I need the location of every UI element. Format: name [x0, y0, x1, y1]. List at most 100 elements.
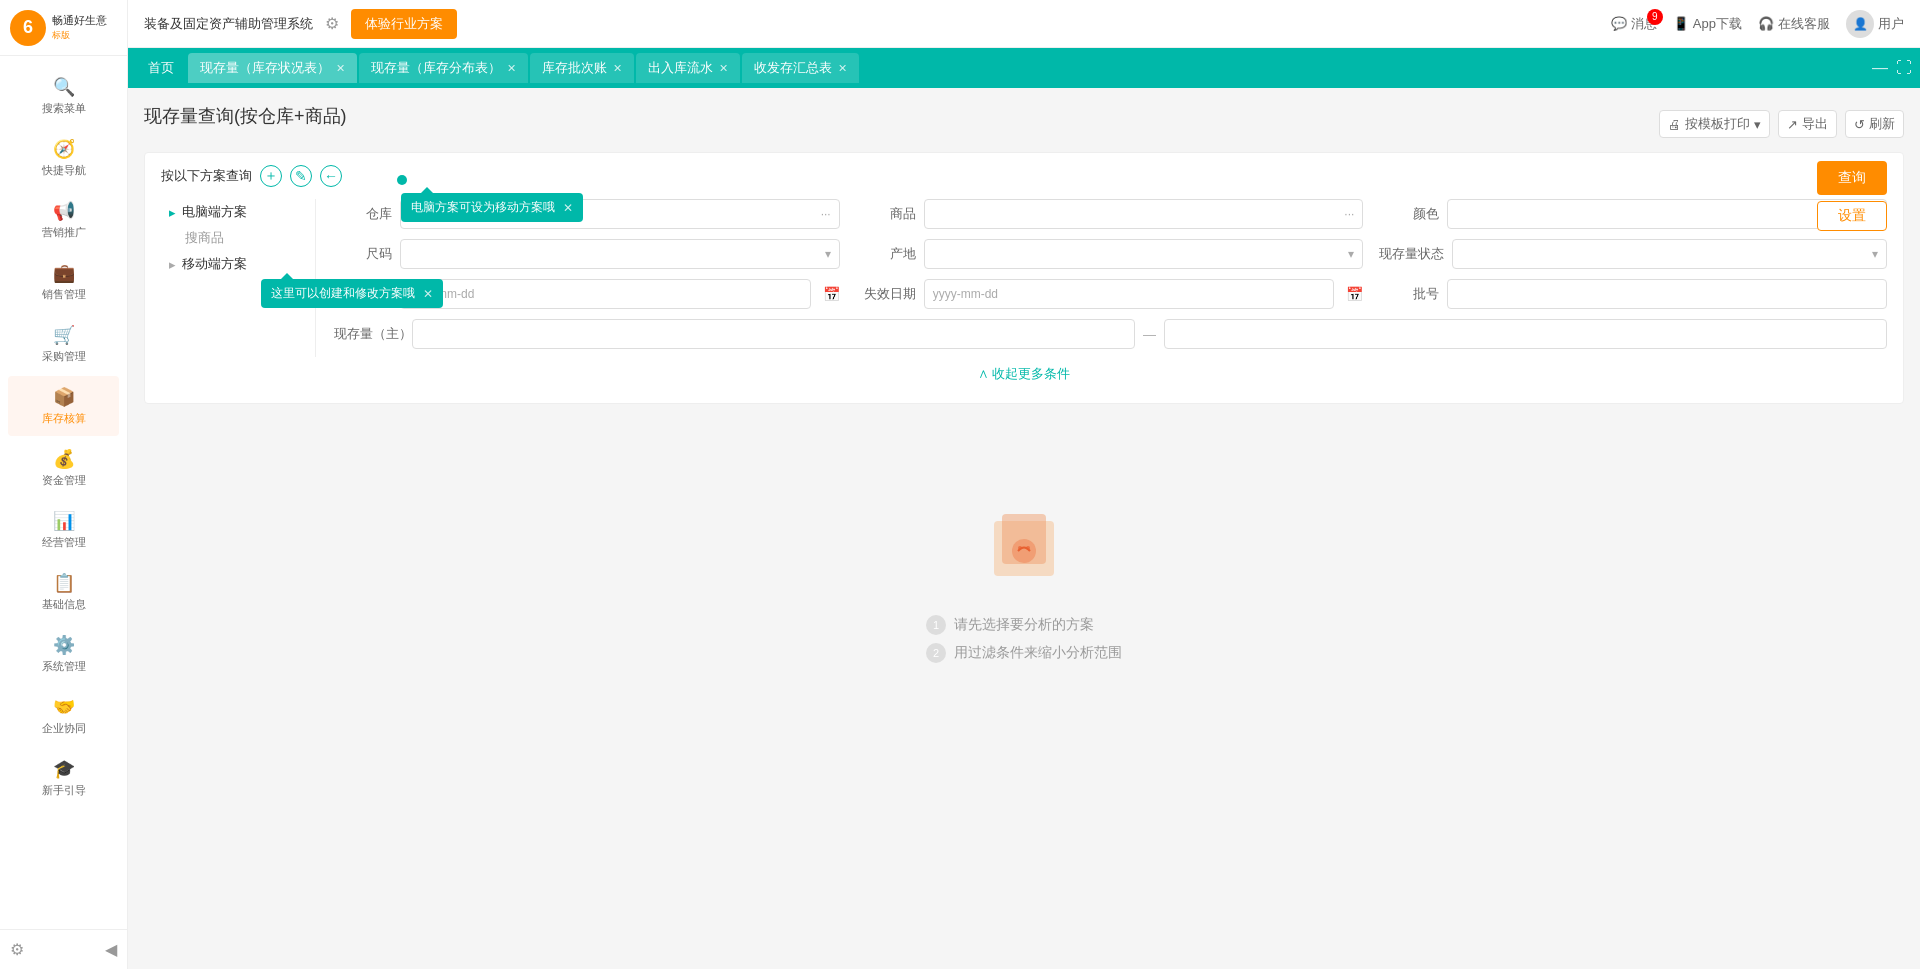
- tab-inventory-status-label: 现存量（库存状况表）: [200, 59, 330, 77]
- svg-point-4: [1026, 546, 1030, 550]
- stock-status-select[interactable]: ▾: [1452, 239, 1887, 269]
- filter-color: 颜色 ▾: [1379, 199, 1887, 229]
- tab-home[interactable]: 首页: [136, 53, 186, 83]
- filter-size: 尺码 ▾: [332, 239, 840, 269]
- chevron-down-icon2: ▾: [825, 247, 831, 261]
- nav-icon-search: 🔍: [53, 76, 75, 98]
- stock-qty-label: 现存量（主）: [332, 325, 412, 343]
- system-title: 装备及固定资产辅助管理系统: [144, 15, 313, 33]
- tab-inventory-status-close[interactable]: ✕: [336, 62, 345, 75]
- warehouse-label: 仓库: [332, 205, 392, 223]
- add-scheme-btn[interactable]: ＋: [260, 165, 282, 187]
- sidebar-item-enterprise[interactable]: 🤝 企业协同: [8, 686, 119, 746]
- scheme-item-search[interactable]: 搜商品: [161, 225, 307, 251]
- tab-inventory-dist[interactable]: 现存量（库存分布表） ✕: [359, 53, 528, 83]
- sidebar-item-search[interactable]: 🔍搜索菜单: [8, 66, 119, 126]
- refresh-btn[interactable]: ↺ 刷新: [1845, 110, 1904, 138]
- origin-label: 产地: [856, 245, 916, 263]
- scheme-item-search-label: 搜商品: [185, 229, 224, 247]
- online-support-btn[interactable]: 🎧 在线客服: [1758, 15, 1830, 33]
- nav-label-enterprise: 企业协同: [42, 721, 86, 736]
- sidebar-item-purchase[interactable]: 🛒采购管理: [8, 314, 119, 374]
- back-scheme-btn[interactable]: ←: [320, 165, 342, 187]
- edit-tooltip-close[interactable]: ✕: [423, 287, 433, 301]
- stock-qty-max[interactable]: [1164, 319, 1887, 349]
- message-btn[interactable]: 💬 消息 9: [1611, 15, 1657, 33]
- nav-icon-inventory: 📦: [53, 386, 75, 408]
- nav-icon-sales: 💼: [53, 262, 75, 284]
- search-btn[interactable]: 查询: [1817, 161, 1887, 195]
- filter-body: ▸ 电脑端方案 搜商品 ▸ 移动端方案 这里可以创建和修改方案哦 ✕: [161, 199, 1887, 357]
- batch-no-input[interactable]: [1447, 279, 1887, 309]
- collapse-sidebar-icon[interactable]: ◀: [105, 940, 117, 959]
- reset-btn[interactable]: 设置: [1817, 201, 1887, 231]
- tab-flow[interactable]: 出入库流水 ✕: [636, 53, 740, 83]
- origin-select[interactable]: ▾: [924, 239, 1364, 269]
- empty-step-2: 2 用过滤条件来缩小分析范围: [926, 643, 1122, 663]
- filter-top-row: 按以下方案查询 ＋ ✎ ← 电脑方案可设为移动方案哦 ✕ 查询 设置: [161, 165, 1887, 187]
- settings-icon[interactable]: ⚙: [10, 940, 24, 959]
- scheme-tooltip-close[interactable]: ✕: [563, 201, 573, 215]
- page-title: 现存量查询(按仓库+商品): [144, 104, 347, 128]
- edit-scheme-btn[interactable]: ✎: [290, 165, 312, 187]
- nav-icon-marketing: 📢: [53, 200, 75, 222]
- user-menu[interactable]: 👤 用户: [1846, 10, 1904, 38]
- phone-icon: 📱: [1673, 16, 1689, 31]
- sidebar-item-operations[interactable]: 📊经营管理: [8, 500, 119, 560]
- goods-select[interactable]: ···: [924, 199, 1364, 229]
- tab-collect[interactable]: 收发存汇总表 ✕: [742, 53, 859, 83]
- tab-minimize-btn[interactable]: —: [1872, 59, 1888, 77]
- nav-icon-enterprise: 🤝: [53, 696, 75, 718]
- sidebar-item-system[interactable]: ⚙️系统管理: [8, 624, 119, 684]
- gear-icon[interactable]: ⚙: [325, 14, 339, 33]
- sidebar-item-guide[interactable]: 🎓新手引导: [8, 748, 119, 808]
- tab-collect-close[interactable]: ✕: [838, 62, 847, 75]
- size-select[interactable]: ▾: [400, 239, 840, 269]
- nav-icon-finance: 💰: [53, 448, 75, 470]
- filter-fields: 仓库 ··· 商品 ···: [316, 199, 1887, 357]
- collapse-more-btn[interactable]: ∧ 收起更多条件: [161, 357, 1887, 391]
- app-download-btn[interactable]: 📱 App下载: [1673, 15, 1742, 33]
- tab-inventory-dist-close[interactable]: ✕: [507, 62, 516, 75]
- collapse-label: 收起更多条件: [992, 366, 1070, 381]
- filter-row-2: 尺码 ▾ 产地 ▾: [332, 239, 1887, 269]
- sidebar-item-sales[interactable]: 💼销售管理: [8, 252, 119, 312]
- prod-date-input[interactable]: yyyy-mm-dd: [400, 279, 811, 309]
- prod-date-cal-icon[interactable]: 📅: [823, 286, 840, 302]
- scheme-item-desktop[interactable]: ▸ 电脑端方案: [161, 199, 307, 225]
- header-left: 装备及固定资产辅助管理系统 ⚙ 体验行业方案: [144, 9, 457, 39]
- nav-label-nav: 快捷导航: [42, 163, 86, 178]
- sidebar-item-finance[interactable]: 💰 资金管理: [8, 438, 119, 498]
- tab-maximize-btn[interactable]: ⛶: [1896, 59, 1912, 77]
- tab-batch-close[interactable]: ✕: [613, 62, 622, 75]
- empty-icon: [974, 496, 1074, 599]
- nav-label-finance: 资金管理: [42, 473, 86, 488]
- nav-label-purchase: 采购管理: [42, 349, 86, 364]
- stock-qty-min[interactable]: [412, 319, 1135, 349]
- sidebar-item-basic[interactable]: 📋基础信息: [8, 562, 119, 622]
- printer-icon: 🖨: [1668, 117, 1681, 132]
- sidebar-item-marketing[interactable]: 📢营销推广: [8, 190, 119, 250]
- tab-flow-close[interactable]: ✕: [719, 62, 728, 75]
- tab-batch[interactable]: 库存批次账 ✕: [530, 53, 634, 83]
- headset-icon: 🎧: [1758, 16, 1774, 31]
- print-template-btn[interactable]: 🖨 按模板打印 ▾: [1659, 110, 1770, 138]
- nav-label-system: 系统管理: [42, 659, 86, 674]
- sidebar-item-inventory[interactable]: 📦库存核算: [8, 376, 119, 436]
- expire-date-cal-icon[interactable]: 📅: [1346, 286, 1363, 302]
- range-separator: —: [1143, 327, 1156, 342]
- tab-right-actions: — ⛶: [1872, 59, 1912, 77]
- app-logo: 6 畅通好生意 标版: [0, 0, 127, 56]
- expire-date-input[interactable]: yyyy-mm-dd: [924, 279, 1335, 309]
- tab-inventory-status[interactable]: 现存量（库存状况表） ✕: [188, 53, 357, 83]
- nav-icon-guide: 🎓: [53, 758, 75, 780]
- nav-label-operations: 经营管理: [42, 535, 86, 550]
- step-2-num: 2: [926, 643, 946, 663]
- sidebar-bottom: ⚙ ◀: [0, 929, 127, 969]
- goods-label: 商品: [856, 205, 916, 223]
- scheme-item-mobile-label: 移动端方案: [182, 255, 247, 273]
- sidebar-item-nav[interactable]: 🧭快捷导航: [8, 128, 119, 188]
- export-btn[interactable]: ↗ 导出: [1778, 110, 1837, 138]
- trial-btn[interactable]: 体验行业方案: [351, 9, 457, 39]
- chevron-right-icon2: ▸: [169, 257, 176, 272]
